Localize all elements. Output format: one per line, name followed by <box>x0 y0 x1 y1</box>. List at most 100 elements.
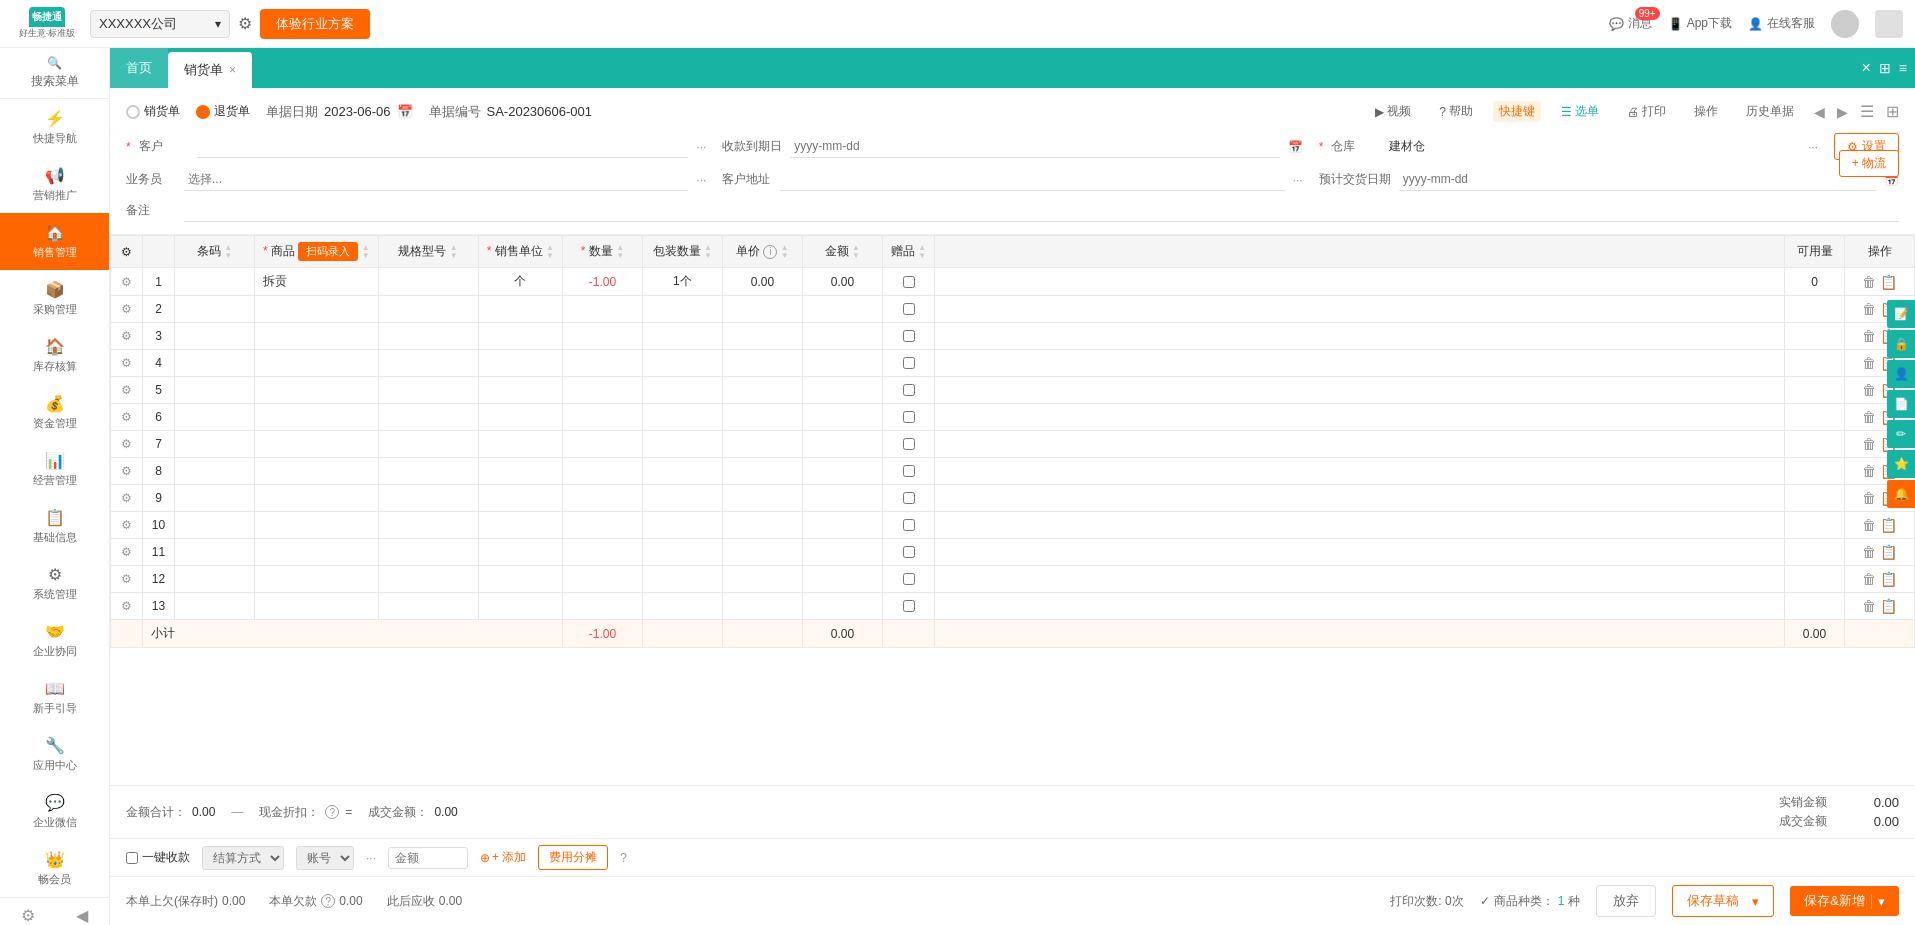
sidebar-item-wechat[interactable]: 💬 企业微信 <box>0 783 109 840</box>
row-unit-cell[interactable] <box>478 323 562 350</box>
row-unit-cell[interactable] <box>478 539 562 566</box>
row-barcode-cell[interactable] <box>175 323 255 350</box>
trial-button[interactable]: 体验行业方案 <box>260 9 370 39</box>
one-click-pay-checkbox[interactable]: 一键收款 <box>126 849 190 866</box>
single-debt-info-icon[interactable]: ? <box>321 894 335 908</box>
row-product-cell[interactable] <box>255 350 379 377</box>
row-settings-cell[interactable]: ⚙ <box>111 268 143 296</box>
float-item-1[interactable]: 📝 <box>1887 300 1915 328</box>
row-spec-cell[interactable] <box>378 485 478 512</box>
row-pack-qty-cell[interactable] <box>642 485 722 512</box>
row-pack-qty-cell[interactable] <box>642 593 722 620</box>
print-btn[interactable]: 🖨 打印 <box>1619 100 1674 123</box>
sort-product-icon[interactable]: ▲▼ <box>362 244 370 260</box>
sort-amount-icon[interactable]: ▲▼ <box>852 244 860 260</box>
row-spec-cell[interactable] <box>378 377 478 404</box>
row-qty-cell[interactable] <box>562 377 642 404</box>
row-amount-cell[interactable] <box>802 431 882 458</box>
row-unit-cell[interactable] <box>478 350 562 377</box>
warehouse-dots[interactable]: ··· <box>1808 140 1818 154</box>
select-order-btn[interactable]: ☰ 选单 <box>1553 100 1607 123</box>
row-gift-cell[interactable] <box>882 323 934 350</box>
customer-dots[interactable]: ··· <box>696 140 706 154</box>
row-amount-cell[interactable] <box>802 539 882 566</box>
sidebar-item-inventory[interactable]: 🏠 库存核算 <box>0 327 109 384</box>
price-info-icon[interactable]: i <box>763 245 777 259</box>
row-qty-cell[interactable]: -1.00 <box>562 268 642 296</box>
row-settings-cell[interactable]: ⚙ <box>111 512 143 539</box>
row-gift-cell[interactable] <box>882 296 934 323</box>
row-price-cell[interactable]: 0.00 <box>722 268 802 296</box>
sidebar-item-basic-info[interactable]: 📋 基础信息 <box>0 498 109 555</box>
row-amount-cell[interactable] <box>802 566 882 593</box>
view-grid-icon[interactable]: ⊞ <box>1886 102 1899 121</box>
gift-checkbox[interactable] <box>903 573 915 585</box>
sort-pack-icon[interactable]: ▲▼ <box>704 244 712 260</box>
row-unit-cell[interactable] <box>478 377 562 404</box>
row-unit-cell[interactable] <box>478 458 562 485</box>
row-unit-cell[interactable] <box>478 512 562 539</box>
delete-icon[interactable]: 🗑 <box>1862 328 1876 344</box>
sidebar-item-marketing[interactable]: 📢 营销推广 <box>0 156 109 213</box>
account-select[interactable]: 账号 <box>296 846 354 870</box>
row-price-cell[interactable] <box>722 350 802 377</box>
row-qty-cell[interactable] <box>562 512 642 539</box>
row-price-cell[interactable] <box>722 593 802 620</box>
gift-checkbox[interactable] <box>903 465 915 477</box>
row-gift-cell[interactable] <box>882 458 934 485</box>
online-service-item[interactable]: 👤 在线客服 <box>1748 15 1815 32</box>
row-unit-cell[interactable]: 个 <box>478 268 562 296</box>
customer-addr-input[interactable] <box>780 168 1284 191</box>
sidebar-item-app-center[interactable]: 🔧 应用中心 <box>0 726 109 783</box>
save-new-button[interactable]: 保存&新增 ▾ <box>1790 886 1899 916</box>
row-gift-cell[interactable] <box>882 350 934 377</box>
gift-checkbox[interactable] <box>903 492 915 504</box>
tab-close-all-icon[interactable]: × <box>1861 59 1870 77</box>
scan-button[interactable]: 扫码录入 <box>298 242 358 261</box>
row-settings-cell[interactable]: ⚙ <box>111 296 143 323</box>
row-product-cell[interactable] <box>255 404 379 431</box>
row-settings-cell[interactable]: ⚙ <box>111 404 143 431</box>
row-spec-cell[interactable] <box>378 593 478 620</box>
save-new-chevron[interactable]: ▾ <box>1871 894 1885 909</box>
row-pack-qty-cell[interactable] <box>642 323 722 350</box>
row-product-cell[interactable] <box>255 593 379 620</box>
row-settings-cell[interactable]: ⚙ <box>111 350 143 377</box>
amount-input[interactable] <box>388 847 468 869</box>
delete-icon[interactable]: 🗑 <box>1862 517 1876 533</box>
row-spec-cell[interactable] <box>378 566 478 593</box>
row-barcode-cell[interactable] <box>175 296 255 323</box>
float-item-orange[interactable]: 🔔 <box>1887 480 1915 508</box>
add-payment-button[interactable]: ⊕ + 添加 <box>480 849 526 866</box>
row-settings-cell[interactable]: ⚙ <box>111 566 143 593</box>
radio-sales-order[interactable]: 销货单 <box>126 103 180 120</box>
video-btn[interactable]: ▶ 视频 <box>1367 100 1419 123</box>
gift-checkbox[interactable] <box>903 330 915 342</box>
note-input[interactable] <box>184 199 1899 222</box>
delete-icon[interactable]: 🗑 <box>1862 436 1876 452</box>
row-product-cell[interactable] <box>255 539 379 566</box>
row-pack-qty-cell[interactable] <box>642 404 722 431</box>
row-qty-cell[interactable] <box>562 458 642 485</box>
row-qty-cell[interactable] <box>562 350 642 377</box>
row-spec-cell[interactable] <box>378 404 478 431</box>
row-pack-qty-cell[interactable] <box>642 377 722 404</box>
gift-checkbox[interactable] <box>903 357 915 369</box>
row-spec-cell[interactable] <box>378 512 478 539</box>
row-gift-cell[interactable] <box>882 268 934 296</box>
radio-return-order[interactable]: 退货单 <box>196 103 250 120</box>
row-amount-cell[interactable] <box>802 296 882 323</box>
row-pack-qty-cell[interactable] <box>642 431 722 458</box>
company-selector[interactable]: XXXXXX公司 ▾ <box>90 10 230 38</box>
row-qty-cell[interactable] <box>562 539 642 566</box>
app-download-item[interactable]: 📱 App下载 <box>1668 15 1732 32</box>
sidebar-item-guide[interactable]: 📖 新手引导 <box>0 669 109 726</box>
gift-checkbox[interactable] <box>903 600 915 612</box>
float-item-5[interactable]: ✏ <box>1887 420 1915 448</box>
row-barcode-cell[interactable] <box>175 458 255 485</box>
shortcut-btn[interactable]: 快捷键 <box>1493 101 1541 122</box>
gift-checkbox[interactable] <box>903 303 915 315</box>
float-item-6[interactable]: ⭐ <box>1887 450 1915 478</box>
row-amount-cell[interactable]: 0.00 <box>802 268 882 296</box>
row-pack-qty-cell[interactable]: 1个 <box>642 268 722 296</box>
